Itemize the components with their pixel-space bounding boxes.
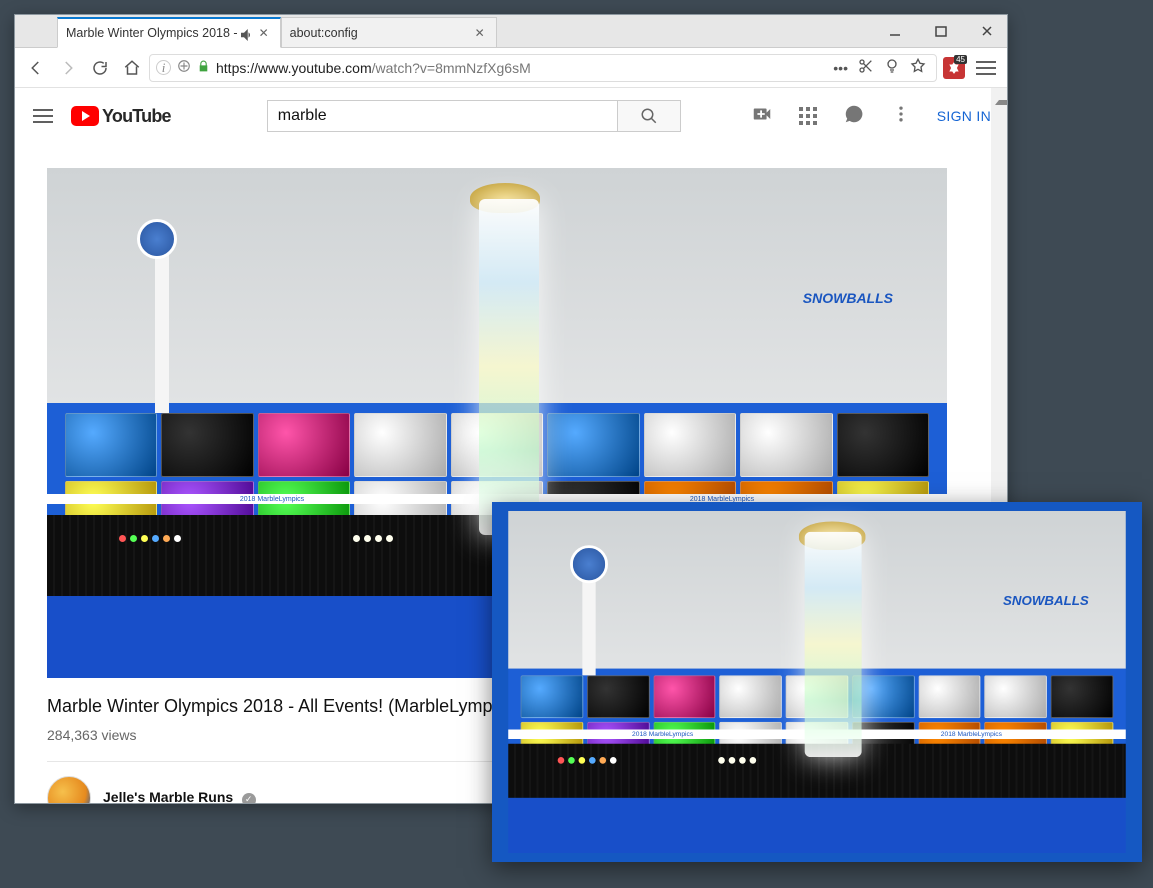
pip-video-frame: 2018 MarbleLympics2018 MarbleLympics SNO… <box>508 511 1126 853</box>
audio-icon[interactable] <box>238 26 252 40</box>
tab-bar: Marble Winter Olympics 2018 - ✕ about:co… <box>15 15 1007 48</box>
lock-icon <box>197 60 210 76</box>
youtube-wordmark: YouTube <box>102 106 171 127</box>
tab-title: Marble Winter Olympics 2018 - <box>66 26 238 40</box>
info-icon[interactable]: i <box>156 60 171 75</box>
window-close-button[interactable] <box>973 20 1001 42</box>
search-button[interactable] <box>617 100 681 132</box>
close-icon[interactable]: ✕ <box>256 26 272 40</box>
window-maximize-button[interactable] <box>927 20 955 42</box>
url-text: https://www.youtube.com/watch?v=8mmNzfXg… <box>216 60 930 76</box>
youtube-play-icon <box>71 106 99 126</box>
search-input[interactable] <box>267 100 617 132</box>
youtube-header: YouTube SIGN IN <box>15 88 1007 144</box>
youtube-logo[interactable]: YouTube <box>71 106 171 127</box>
back-button[interactable] <box>21 53 51 83</box>
reload-button[interactable] <box>85 53 115 83</box>
tab-title: about:config <box>290 26 472 40</box>
addon-icon[interactable]: 45 <box>939 53 969 83</box>
tracking-icon[interactable] <box>177 59 191 76</box>
channel-name[interactable]: Jelle's Marble Runs <box>103 789 233 803</box>
home-button[interactable] <box>117 53 147 83</box>
search-form <box>267 100 681 132</box>
url-input[interactable]: i https://www.youtube.com/watch?v=8mmNzf… <box>149 54 937 82</box>
bookmark-star-icon[interactable] <box>910 58 926 77</box>
tab-inactive[interactable]: about:config ✕ <box>281 17 497 48</box>
guide-menu-button[interactable] <box>31 104 55 128</box>
forward-button[interactable] <box>53 53 83 83</box>
scissors-icon[interactable] <box>858 58 874 77</box>
close-icon[interactable]: ✕ <box>472 26 488 40</box>
lightbulb-icon[interactable] <box>884 58 900 77</box>
sign-in-button[interactable]: SIGN IN <box>937 108 991 124</box>
channel-avatar[interactable] <box>47 776 91 803</box>
window-minimize-button[interactable] <box>881 20 909 42</box>
messages-icon[interactable] <box>843 103 865 130</box>
verified-badge-icon: ✓ <box>242 793 256 804</box>
tab-active[interactable]: Marble Winter Olympics 2018 - ✕ <box>57 17 281 48</box>
apps-grid-icon[interactable] <box>799 107 817 125</box>
more-icon[interactable]: ••• <box>833 60 848 76</box>
pip-window[interactable]: 2018 MarbleLympics2018 MarbleLympics SNO… <box>492 502 1142 862</box>
address-bar: i https://www.youtube.com/watch?v=8mmNzf… <box>15 48 1007 88</box>
menu-button[interactable] <box>971 53 1001 83</box>
settings-kebab-icon[interactable] <box>891 104 911 129</box>
sponsor-text: SNOWBALLS <box>803 290 893 306</box>
create-video-icon[interactable] <box>751 103 773 130</box>
